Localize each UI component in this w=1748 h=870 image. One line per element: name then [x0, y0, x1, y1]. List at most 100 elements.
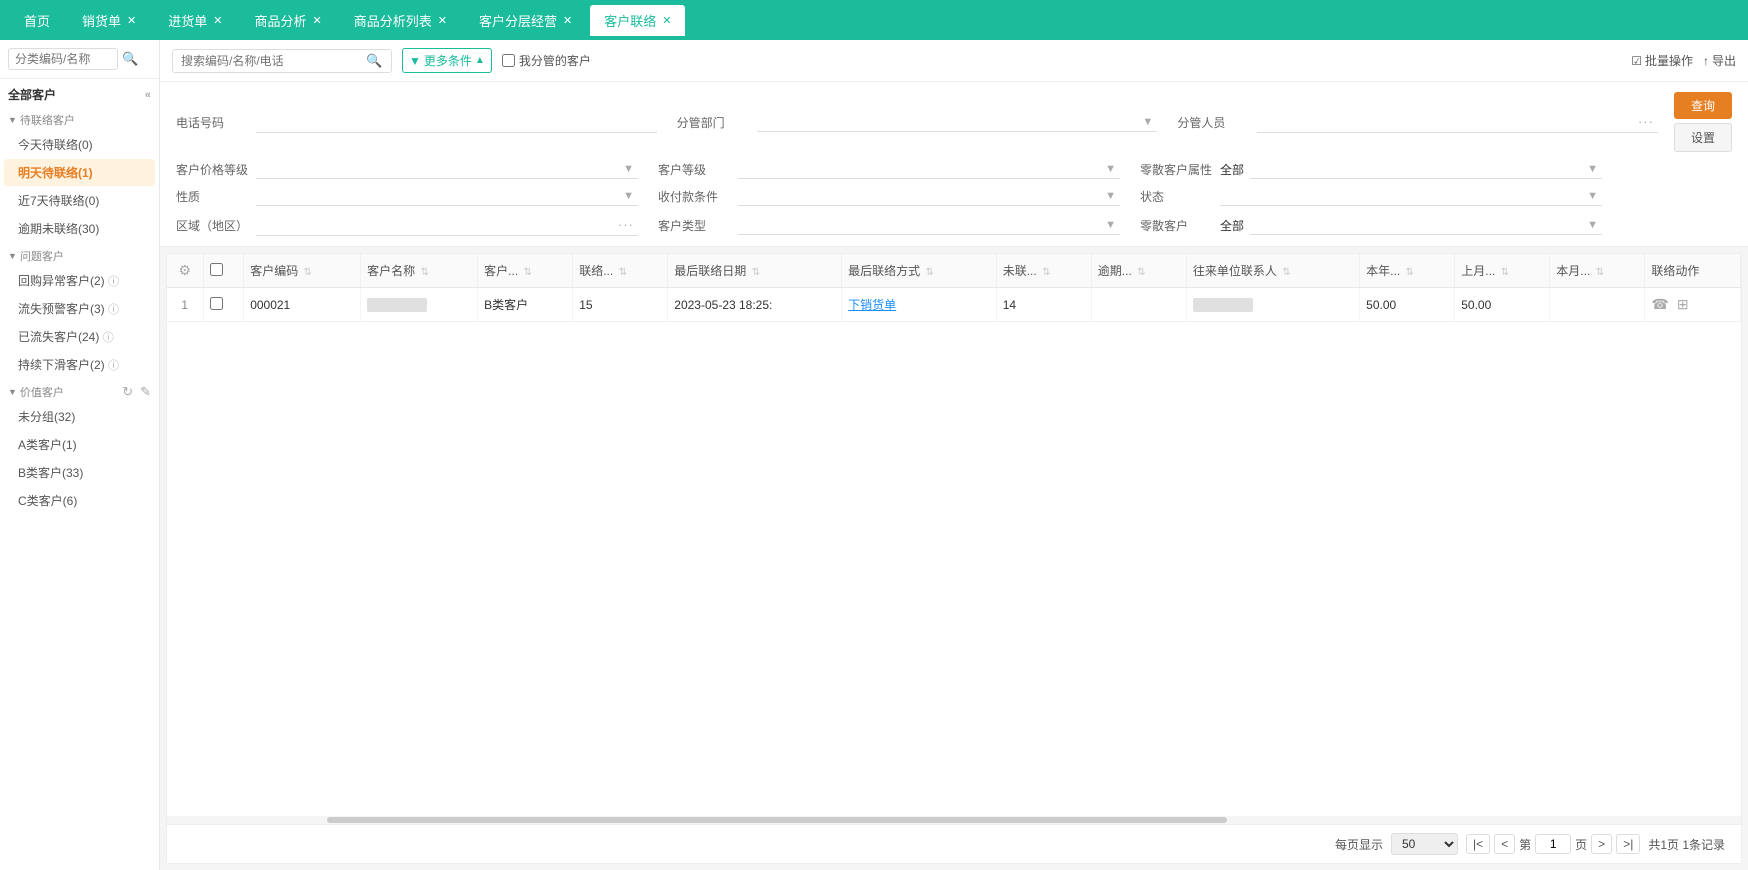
col-contacts[interactable]: 联络... ⇅ [573, 254, 668, 288]
sidebar-item-overdue[interactable]: 逾期未联络(30) [4, 215, 155, 242]
col-overdue[interactable]: 逾期... ⇅ [1091, 254, 1186, 288]
sidebar-item-repurchase-abnormal[interactable]: 回购异常客户(2) ⓘ [4, 267, 155, 294]
nav-purchase[interactable]: 进货单 ✕ [154, 5, 236, 36]
my-customers-checkbox[interactable] [502, 54, 515, 67]
search-input[interactable] [181, 54, 361, 68]
col-settings[interactable]: ⚙ [167, 254, 203, 288]
sort-icon-last-month: ⇅ [1501, 267, 1509, 278]
page-input[interactable] [1535, 834, 1571, 854]
sidebar-item-declining[interactable]: 持续下滑客户(2) ⓘ [4, 351, 155, 378]
filter-label-payment: 收付款条件 [658, 188, 738, 205]
sidebar-all-customers[interactable]: 全部客户 « [0, 79, 159, 107]
table-settings-icon[interactable]: ⚙ [178, 262, 191, 278]
filter-select-dept[interactable]: ▼ [757, 113, 1158, 132]
search-submit-icon[interactable]: 🔍 [366, 53, 382, 69]
col-last-month[interactable]: 上月... ⇅ [1455, 254, 1550, 288]
per-page-select[interactable]: 50 100 200 [1391, 833, 1458, 855]
nav-customer-tier-close[interactable]: ✕ [563, 14, 572, 27]
sort-icon-contact-person: ⇅ [1282, 267, 1290, 278]
cell-action: ☎ ⊞ [1645, 288, 1741, 322]
batch-op-btn[interactable]: ☑ 批量操作 [1631, 52, 1693, 69]
row-checkbox[interactable] [210, 297, 223, 310]
prev-page-btn[interactable]: < [1494, 834, 1515, 854]
filter-select-customer-type[interactable]: ▼ [738, 216, 1120, 235]
nav-customer-contact[interactable]: 客户联络 ✕ [590, 5, 685, 36]
col-code[interactable]: 客户编码 ⇅ [244, 254, 361, 288]
sidebar-item-churn-warning[interactable]: 流失预警客户(3) ⓘ [4, 295, 155, 322]
next-page-btn[interactable]: > [1591, 834, 1612, 854]
sidebar-item-ungrouped[interactable]: 未分组(32) [4, 403, 155, 430]
col-type[interactable]: 客户... ⇅ [478, 254, 573, 288]
reset-button[interactable]: 设置 [1674, 123, 1732, 152]
select-all-checkbox[interactable] [210, 263, 223, 276]
filter-select-region[interactable]: ··· [256, 214, 638, 236]
last-page-btn[interactable]: >| [1616, 834, 1640, 854]
export-btn[interactable]: ↑ 导出 [1703, 52, 1736, 69]
nav-product-analysis-list[interactable]: 商品分析列表 ✕ [340, 5, 461, 36]
scrollbar-thumb[interactable] [327, 817, 1227, 823]
data-table: ⚙ 客户编码 ⇅ 客户名称 ⇅ 客户... ⇅ 联络... ⇅ 最后联络日期 ⇅… [167, 254, 1741, 322]
sidebar-search-icon[interactable]: 🔍 [122, 51, 138, 67]
sidebar-item-class-c[interactable]: C类客户(6) [4, 487, 155, 514]
nav-sale-close[interactable]: ✕ [127, 14, 136, 27]
action-phone-icon[interactable]: ☎ [1651, 296, 1668, 313]
first-page-btn[interactable]: |< [1466, 834, 1490, 854]
col-last-method[interactable]: 最后联络方式 ⇅ [842, 254, 997, 288]
filter-select-payment[interactable]: ▼ [738, 187, 1120, 206]
filter-select-nature[interactable]: ▼ [256, 187, 638, 206]
col-contact-person[interactable]: 往来单位联系人 ⇅ [1186, 254, 1359, 288]
sidebar-item-tomorrow-pending[interactable]: 明天待联络(1) [4, 159, 155, 186]
sidebar-item-class-a[interactable]: A类客户(1) [4, 431, 155, 458]
per-page-label: 每页显示 [1335, 836, 1383, 853]
sidebar-item-churned[interactable]: 已流失客户(24) ⓘ [4, 323, 155, 350]
sort-icon-last-method: ⇅ [926, 267, 934, 278]
sidebar-item-class-b[interactable]: B类客户(33) [4, 459, 155, 486]
filter-select-retail[interactable]: ▼ [1250, 216, 1602, 235]
sidebar-item-week-pending[interactable]: 近7天待联络(0) [4, 187, 155, 214]
filter-row-1: 电话号码 分管部门 ▼ 分管人员 ··· [176, 92, 1732, 152]
horizontal-scrollbar[interactable] [167, 816, 1741, 824]
filter-arrow-icon: ▲ [475, 55, 485, 66]
value-customer-refresh-icon[interactable]: ↻ [122, 384, 133, 400]
sidebar-group-problem[interactable]: ▼ 问题客户 [0, 243, 159, 266]
cell-type: B类客户 [478, 288, 573, 322]
filter-select-status[interactable]: ▼ [1220, 187, 1602, 206]
nav-product-analysis-list-close[interactable]: ✕ [438, 14, 447, 27]
nav-customer-contact-close[interactable]: ✕ [662, 14, 671, 27]
cell-name [361, 288, 478, 322]
value-customer-edit-icon[interactable]: ✎ [140, 384, 151, 400]
col-checkbox[interactable] [203, 254, 244, 288]
cell-checkbox[interactable] [203, 288, 244, 322]
last-method-link[interactable]: 下销货单 [848, 298, 896, 312]
sort-icon-contacts: ⇅ [619, 267, 627, 278]
nav-product-analysis[interactable]: 商品分析 ✕ [240, 5, 335, 36]
cell-this-month [1550, 288, 1645, 322]
filter-field-nature: 性质 ▼ [176, 187, 638, 206]
nav-sale[interactable]: 销货单 ✕ [68, 5, 150, 36]
cell-last-method[interactable]: 下销货单 [842, 288, 997, 322]
col-uncontacted[interactable]: 未联... ⇅ [996, 254, 1091, 288]
nav-customer-tier[interactable]: 客户分层经营 ✕ [465, 5, 586, 36]
my-customers-checkbox-wrap[interactable]: 我分管的客户 [502, 52, 591, 69]
col-this-year[interactable]: 本年... ⇅ [1360, 254, 1455, 288]
nav-purchase-close[interactable]: ✕ [213, 14, 222, 27]
col-name[interactable]: 客户名称 ⇅ [361, 254, 478, 288]
sidebar-search-input[interactable] [8, 48, 118, 70]
col-this-month[interactable]: 本月... ⇅ [1550, 254, 1645, 288]
sidebar-group-pending[interactable]: ▼ 待联络客户 [0, 107, 159, 130]
filter-select-customer-level[interactable]: ▼ [738, 160, 1120, 179]
filter-input-phone[interactable] [256, 112, 657, 133]
query-button[interactable]: 查询 [1674, 92, 1732, 119]
action-grid-icon[interactable]: ⊞ [1677, 296, 1689, 313]
nav-product-analysis-close[interactable]: ✕ [313, 14, 322, 27]
filter-select-price-level[interactable]: ▼ [256, 160, 638, 179]
filter-label-region: 区域（地区） [176, 217, 256, 234]
nav-home[interactable]: 首页 [10, 5, 64, 36]
filter-select-retail-attr[interactable]: ▼ [1250, 160, 1602, 179]
sidebar-group-value[interactable]: ▼ 价值客户 ↻ ✎ [0, 379, 159, 402]
sidebar-item-today-pending[interactable]: 今天待联络(0) [4, 131, 155, 158]
col-last-date[interactable]: 最后联络日期 ⇅ [668, 254, 842, 288]
filter-select-manager[interactable]: ··· [1257, 111, 1658, 133]
filter-more-btn[interactable]: ▼ 更多条件 ▲ [402, 48, 492, 73]
table-footer: 每页显示 50 100 200 |< < 第 页 > >| 共1页 1条记录 [167, 824, 1741, 863]
